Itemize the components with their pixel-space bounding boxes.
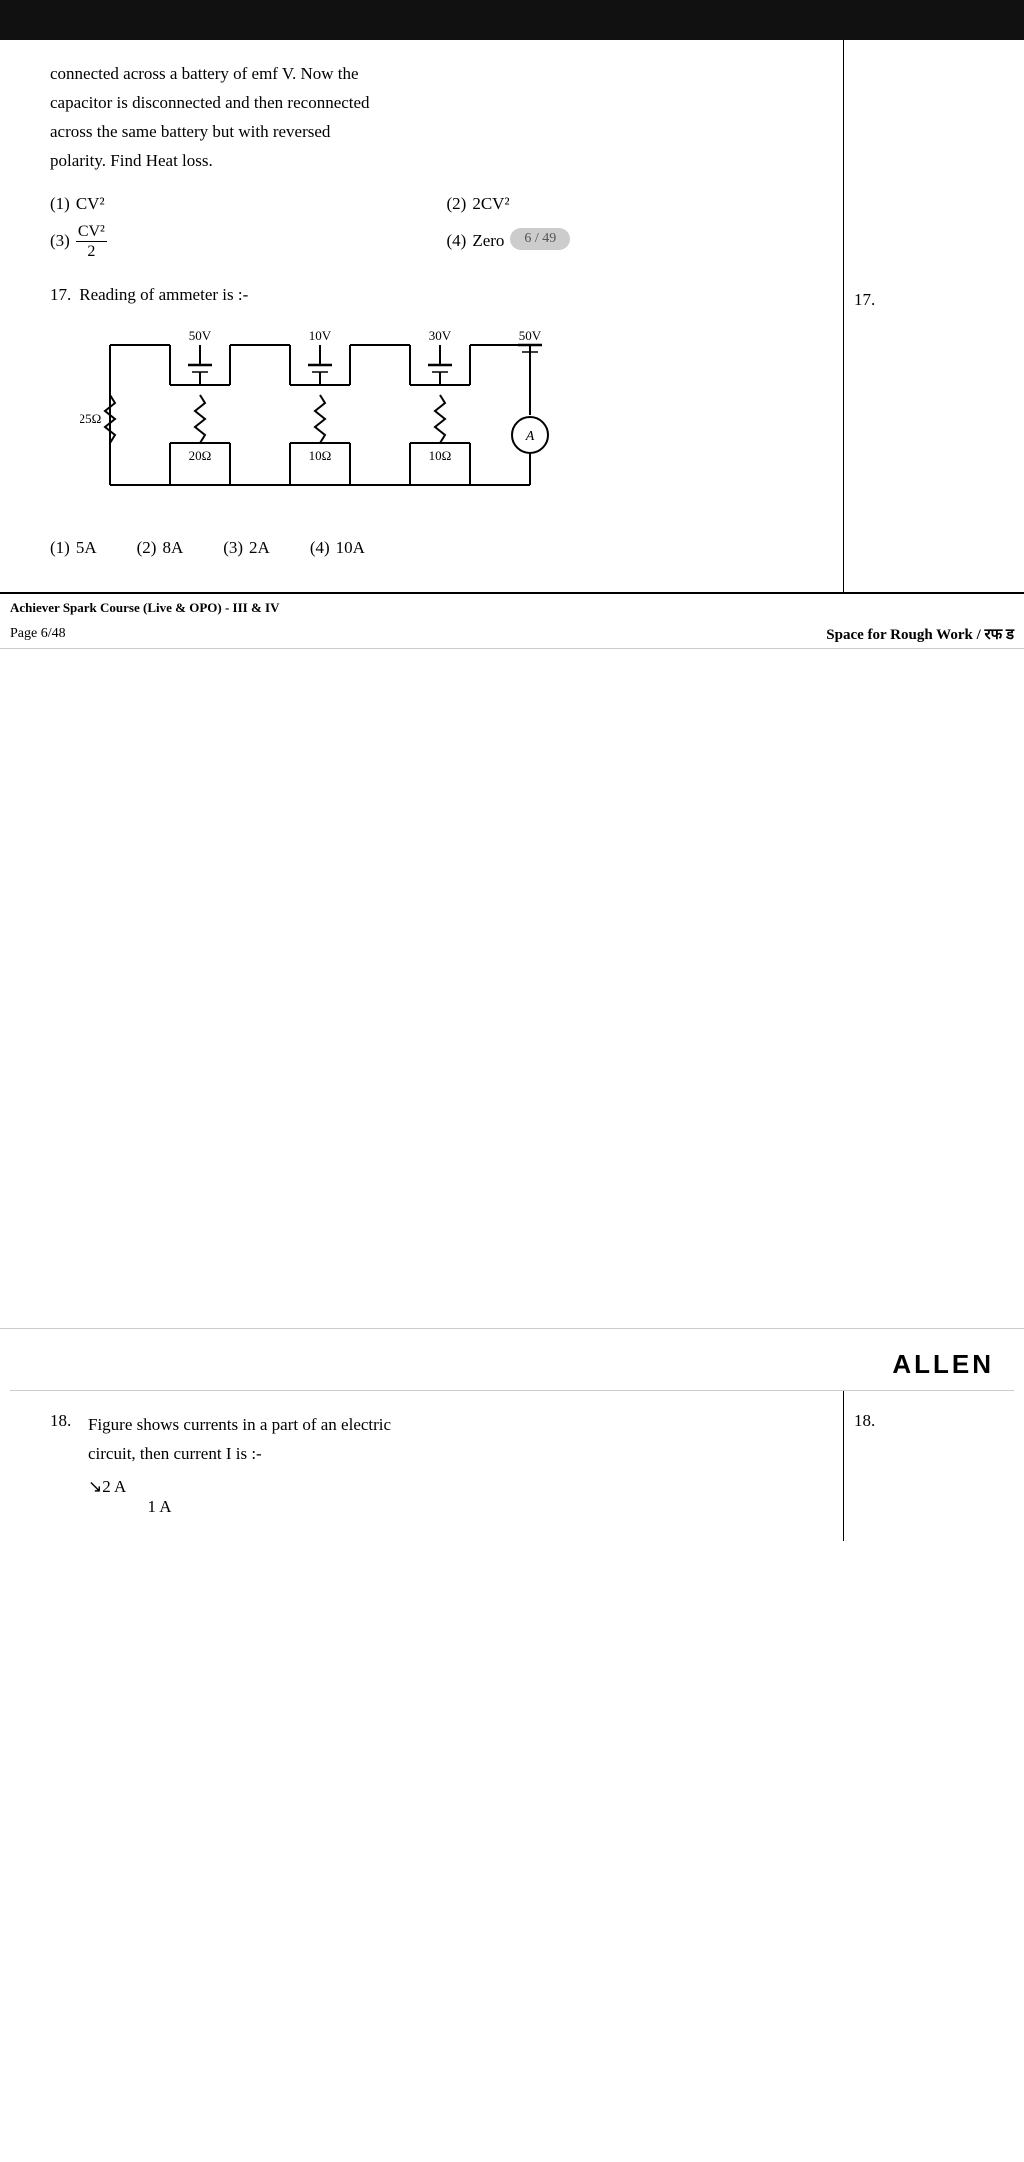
q17-opt3-val: 2A <box>249 538 270 558</box>
q16-numerator: CV² <box>76 222 107 242</box>
q17-num: 17. <box>50 285 71 305</box>
q16-opt4-val: Zero <box>472 231 504 251</box>
q16-opt2-val: 2CV² <box>472 194 509 214</box>
q17-opt1-val: 5A <box>76 538 97 558</box>
q17-text: Reading of ammeter is :- <box>79 285 248 304</box>
q16-option3: (3) CV² 2 <box>50 222 417 261</box>
q16-denominator: 2 <box>85 242 97 261</box>
circuit-diagram: A 50V <box>80 315 813 520</box>
r10b-zigzag <box>435 395 445 443</box>
q18-content-area: 18. Figure shows currents in a part of a… <box>0 1391 1024 1541</box>
question-16-block: connected across a battery of emf V. Now… <box>50 60 813 271</box>
right-panel: 17. <box>844 40 1024 592</box>
q17-option4: (4) 10A <box>310 538 365 558</box>
rough-work-area <box>0 649 1024 1329</box>
footer-bottom: Page 6/48 Space for Rough Work / रफ ड <box>0 620 1024 649</box>
r10a-label: 10Ω <box>309 448 332 463</box>
v2-label: 10V <box>309 328 332 343</box>
footer-bar: Achiever Spark Course (Live & OPO) - III… <box>0 592 1024 620</box>
q16-opt4-num: (4) <box>447 231 467 251</box>
q17-opt3-num: (3) <box>223 538 243 558</box>
allen-text: ALLEN <box>892 1349 994 1379</box>
q16-options: (1) CV² (2) 2CV² (3) CV² 2 <box>50 194 813 261</box>
page-number: Page 6/48 <box>10 626 66 642</box>
question-17-block: 17. Reading of ammeter is :- <box>50 285 813 558</box>
r25-label: 25Ω <box>80 411 101 426</box>
q17-option1: (1) 5A <box>50 538 97 558</box>
q18-text-block: Figure shows currents in a part of an el… <box>88 1411 391 1517</box>
q18-num: 18. <box>50 1411 80 1431</box>
r20-label: 20Ω <box>189 448 212 463</box>
ammeter-label: A <box>525 429 535 444</box>
q16-option2: (2) 2CV² <box>447 194 814 214</box>
r10b-label: 10Ω <box>429 448 452 463</box>
q17-option2: (2) 8A <box>137 538 184 558</box>
q18-right-panel: 18. <box>844 1391 1024 1541</box>
q18-next-line: 1 A <box>88 1497 391 1517</box>
rough-work-label: Space for Rough Work / रफ ड <box>826 624 1014 644</box>
v1-label: 50V <box>189 328 212 343</box>
q18-header: 18. Figure shows currents in a part of a… <box>50 1411 813 1517</box>
course-name: Achiever Spark Course (Live & OPO) - III… <box>10 600 280 615</box>
q16-opt2-num: (2) <box>447 194 467 214</box>
q17-opt1-num: (1) <box>50 538 70 558</box>
q16-opt3-num: (3) <box>50 231 70 251</box>
q18-line2: circuit, then current I is :- <box>88 1440 391 1469</box>
v3-label: 30V <box>429 328 452 343</box>
q16-text: connected across a battery of emf V. Now… <box>50 60 813 176</box>
r10a-zigzag <box>315 395 325 443</box>
circuit-svg: A 50V <box>80 315 560 515</box>
q17-options: (1) 5A (2) 8A (3) 2A (4) 10A <box>50 538 813 558</box>
q17-opt2-val: 8A <box>162 538 183 558</box>
q17-opt2-num: (2) <box>137 538 157 558</box>
q16-option4: (4) Zero 6 / 49 <box>447 222 814 261</box>
q17-opt4-num: (4) <box>310 538 330 558</box>
right-q18: 18. <box>854 1411 875 1430</box>
with-word: with <box>238 122 268 141</box>
right-q17: 17. <box>854 60 1014 310</box>
q16-option1: (1) CV² <box>50 194 417 214</box>
q18-block: 18. Figure shows currents in a part of a… <box>50 1401 813 1517</box>
q17-option3: (3) 2A <box>223 538 270 558</box>
page-badge: 6 / 49 <box>510 228 570 250</box>
q18-left-panel: 18. Figure shows currents in a part of a… <box>0 1391 844 1541</box>
left-panel: connected across a battery of emf V. Now… <box>0 40 844 592</box>
page: connected across a battery of emf V. Now… <box>0 0 1024 2162</box>
q16-opt1-val: CV² <box>76 194 105 214</box>
top-bar <box>0 0 1024 40</box>
allen-logo: ALLEN <box>0 1329 1024 1390</box>
q18-line1: Figure shows currents in a part of an el… <box>88 1411 391 1440</box>
q17-opt4-val: 10A <box>336 538 365 558</box>
q16-opt1-num: (1) <box>50 194 70 214</box>
r20-zigzag <box>195 395 205 443</box>
q16-fraction: CV² 2 <box>76 222 107 261</box>
content-area: connected across a battery of emf V. Now… <box>0 40 1024 592</box>
v4-label: 50V <box>519 328 542 343</box>
q18-diagram-label: ↘2 A <box>88 1477 391 1497</box>
q17-header: 17. Reading of ammeter is :- <box>50 285 813 305</box>
